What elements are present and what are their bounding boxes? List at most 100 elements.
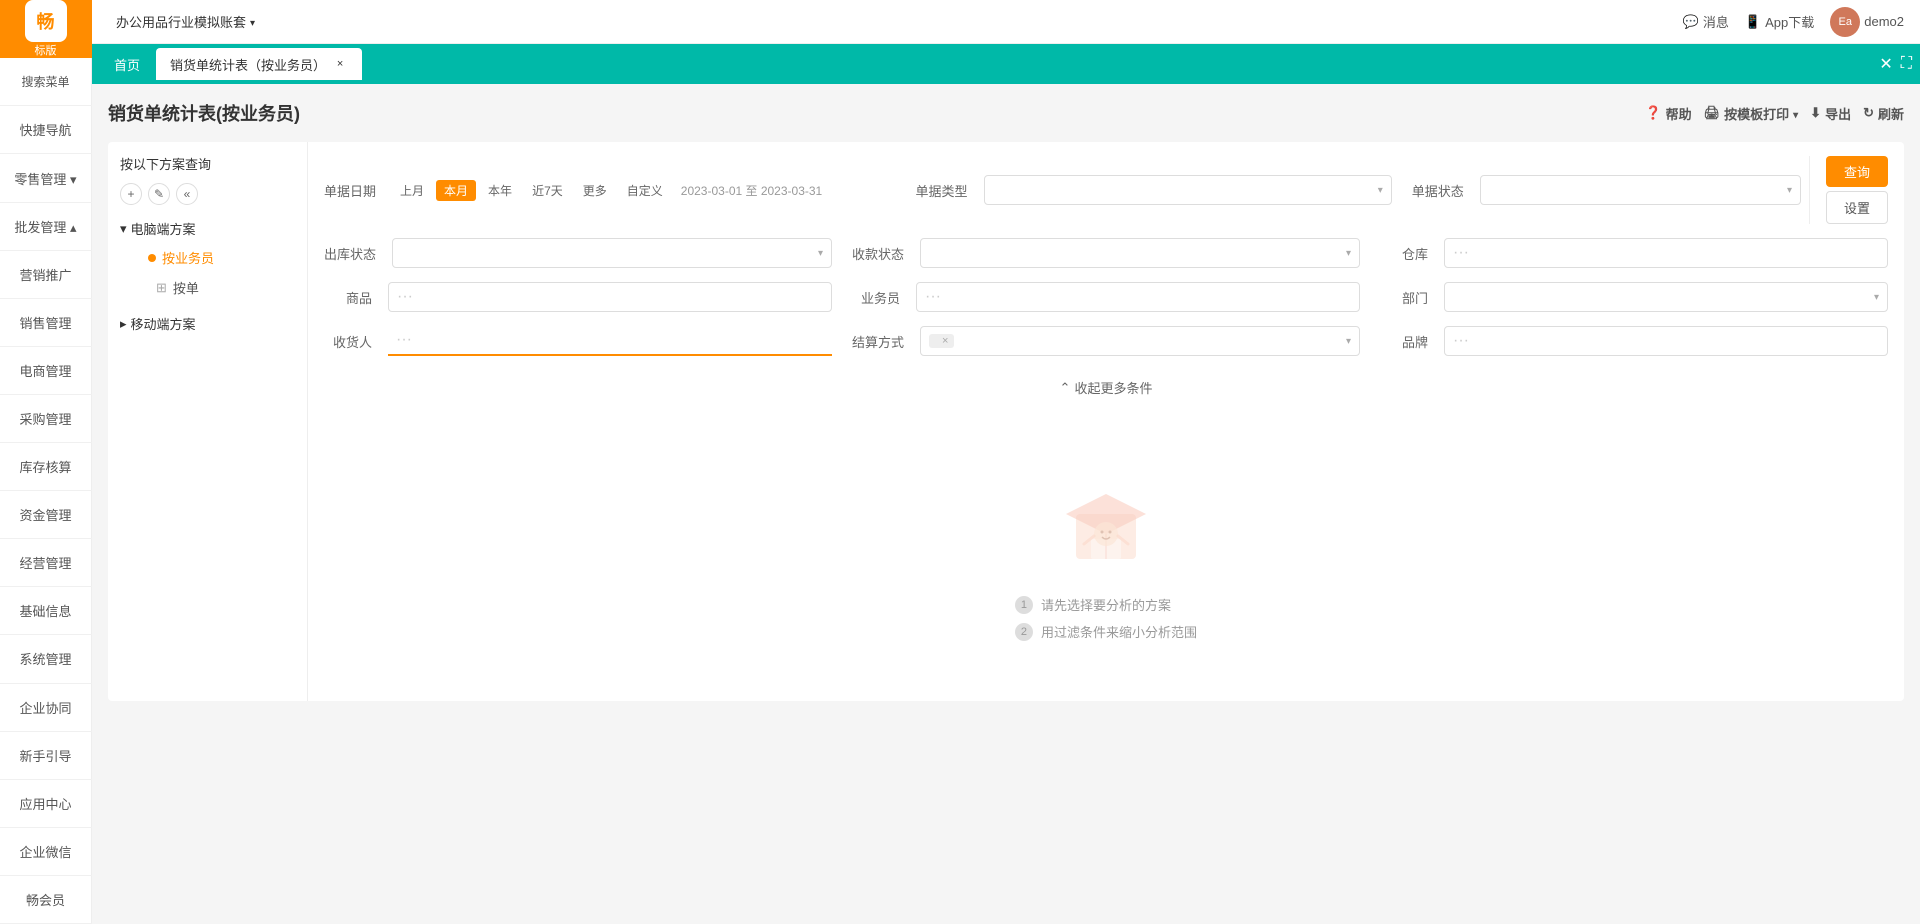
message-action[interactable]: 💬 消息	[1683, 12, 1729, 31]
salesperson-input[interactable]: ···	[916, 282, 1360, 312]
sidebar-item-enterprise[interactable]: 企业协同	[0, 684, 92, 732]
empty-icon	[1056, 479, 1156, 579]
logo-char: 畅	[37, 8, 55, 34]
filter-field-brand: 品牌 ···	[1380, 326, 1888, 356]
app-download-action[interactable]: 📱 App下载	[1745, 12, 1814, 31]
filter-form: 单据日期 上月 本月 本年 近7天 更多 自定义	[308, 142, 1904, 419]
message-label: 消息	[1703, 12, 1729, 31]
scheme-sub-item-order[interactable]: ⊞ 按单	[120, 273, 295, 302]
filter-field-doc-status: 单据状态 查询 设置	[1412, 156, 1888, 224]
export-icon: ⬇	[1810, 105, 1821, 121]
sidebar-item-system[interactable]: 系统管理	[0, 635, 92, 683]
sidebar-item-quicknav[interactable]: 快捷导航	[0, 106, 92, 154]
date-range: 2023-03-01 至 2023-03-31	[681, 182, 822, 199]
query-buttons: 查询 设置	[1809, 156, 1888, 224]
app-subtitle: 标版	[35, 44, 57, 58]
export-action[interactable]: ⬇ 导出	[1810, 104, 1851, 123]
page-title-actions: ❓ 帮助 🖨 按模板打印 ⬇ 导出 ↻ 刷新	[1645, 104, 1904, 123]
print-action[interactable]: 🖨 按模板打印	[1704, 104, 1799, 123]
sidebar-item-wholesale[interactable]: 批发管理 ▴	[0, 203, 92, 251]
sidebar: 畅 标版 搜索菜单 快捷导航 零售管理 ▾ 批发管理 ▴ 营销推广 销售管理 电…	[0, 0, 92, 924]
tab-close-all[interactable]: ✕	[1879, 54, 1892, 74]
recv-status-input[interactable]	[920, 238, 1360, 268]
empty-tip-2: 2 用过滤条件来缩小分析范围	[1015, 622, 1197, 641]
tab-sales-stat-close[interactable]: ×	[332, 56, 348, 72]
recv-status-label: 收款状态	[852, 244, 912, 263]
content-inner: 销货单统计表(按业务员) ❓ 帮助 🖨 按模板打印 ⬇ 导出	[92, 84, 1920, 717]
sidebar-item-purchase[interactable]: 采购管理	[0, 395, 92, 443]
app-selector[interactable]: 办公用品行业模拟账套	[108, 8, 263, 35]
date-tags: 上月 本月 本年 近7天 更多 自定义	[392, 180, 671, 201]
filter-field-warehouse: 仓库 ···	[1380, 238, 1888, 268]
sidebar-item-basic[interactable]: 基础信息	[0, 587, 92, 635]
settlement-input[interactable]: ×	[920, 326, 1360, 356]
tab-fullscreen[interactable]: ⛶	[1901, 55, 1912, 73]
pc-scheme-title[interactable]: ▾ 电脑端方案	[120, 215, 295, 242]
goods-input[interactable]: ···	[388, 282, 832, 312]
sidebar-item-finance[interactable]: 资金管理	[0, 491, 92, 539]
date-label: 单据日期	[324, 181, 384, 200]
scheme-item-salesperson[interactable]: 按业务员	[120, 242, 295, 273]
app-logo[interactable]: 畅 标版	[0, 0, 92, 58]
topbar-actions: 💬 消息 📱 App下载 Ea demo2	[1683, 7, 1904, 37]
sidebar-item-guide[interactable]: 新手引导	[0, 732, 92, 780]
warehouse-label: 仓库	[1380, 244, 1436, 263]
consignee-dots: ···	[396, 331, 412, 349]
export-label: 导出	[1825, 104, 1851, 123]
date-tag-more[interactable]: 更多	[575, 180, 615, 201]
settlement-tag-remove[interactable]: ×	[942, 335, 948, 347]
brand-input[interactable]: ···	[1444, 326, 1888, 356]
dept-input[interactable]	[1444, 282, 1888, 312]
tabbar: 首页 销货单统计表（按业务员） × ✕ ⛶	[92, 44, 1920, 84]
date-tag-this-month[interactable]: 本月	[436, 180, 476, 201]
page-title: 销货单统计表(按业务员)	[108, 100, 300, 126]
filter-field-recv-status: 收款状态	[852, 238, 1380, 268]
sidebar-item-sales[interactable]: 销售管理	[0, 299, 92, 347]
warehouse-input[interactable]: ···	[1444, 238, 1888, 268]
help-icon: ❓	[1645, 105, 1661, 121]
scheme-collapse-btn[interactable]: «	[176, 183, 198, 205]
topbar: 办公用品行业模拟账套 💬 消息 📱 App下载 Ea demo2	[92, 0, 1920, 44]
collapse-btn[interactable]: ⌃ 收起更多条件	[1060, 378, 1153, 397]
tab-home[interactable]: 首页	[100, 48, 154, 80]
filter-field-consignee: 收货人 ···	[324, 326, 852, 356]
settings-btn[interactable]: 设置	[1826, 191, 1888, 224]
sidebar-item-member[interactable]: 畅会员	[0, 876, 92, 924]
empty-state: 1 请先选择要分析的方案 2 用过滤条件来缩小分析范围	[308, 419, 1904, 701]
sidebar-item-wechat[interactable]: 企业微信	[0, 828, 92, 876]
content: 销货单统计表(按业务员) ❓ 帮助 🖨 按模板打印 ⬇ 导出	[92, 84, 1920, 924]
goods-label: 商品	[324, 288, 380, 307]
user-profile-action[interactable]: Ea demo2	[1830, 7, 1904, 37]
doc-type-input[interactable]	[984, 175, 1392, 205]
sidebar-item-search[interactable]: 搜索菜单	[0, 58, 92, 106]
tip-num-2: 2	[1015, 623, 1033, 641]
sidebar-item-appcenter[interactable]: 应用中心	[0, 780, 92, 828]
dept-label: 部门	[1380, 288, 1436, 307]
sidebar-item-retail[interactable]: 零售管理 ▾	[0, 154, 92, 202]
sidebar-item-marketing[interactable]: 营销推广	[0, 251, 92, 299]
date-tag-this-year[interactable]: 本年	[480, 180, 520, 201]
sidebar-item-inventory[interactable]: 库存核算	[0, 443, 92, 491]
pc-scheme-section: ▾ 电脑端方案 按业务员 ⊞ 按单	[120, 215, 295, 302]
consignee-input[interactable]: ···	[388, 326, 832, 356]
help-action[interactable]: ❓ 帮助	[1645, 104, 1691, 123]
refresh-action[interactable]: ↻ 刷新	[1863, 104, 1904, 123]
collapse-label: 收起更多条件	[1074, 378, 1152, 397]
query-btn[interactable]: 查询	[1826, 156, 1888, 187]
date-tag-last-month[interactable]: 上月	[392, 180, 432, 201]
app-selector-chevron	[250, 14, 255, 29]
out-status-input[interactable]	[392, 238, 832, 268]
print-label: 按模板打印	[1724, 104, 1789, 123]
scheme-add-btn[interactable]: +	[120, 183, 142, 205]
tab-sales-stat[interactable]: 销货单统计表（按业务员） ×	[156, 48, 362, 80]
sidebar-item-operation[interactable]: 经营管理	[0, 539, 92, 587]
date-tag-7days[interactable]: 近7天	[524, 180, 571, 201]
doc-status-input[interactable]	[1480, 175, 1801, 205]
mobile-scheme-title[interactable]: ▸ 移动端方案	[120, 310, 295, 337]
message-icon: 💬	[1683, 14, 1699, 30]
sidebar-item-ecommerce[interactable]: 电商管理	[0, 347, 92, 395]
user-avatar: Ea	[1830, 7, 1860, 37]
date-tag-custom[interactable]: 自定义	[619, 180, 671, 201]
collapse-chevron: ⌃	[1060, 380, 1071, 396]
scheme-edit-btn[interactable]: ✎	[148, 183, 170, 205]
